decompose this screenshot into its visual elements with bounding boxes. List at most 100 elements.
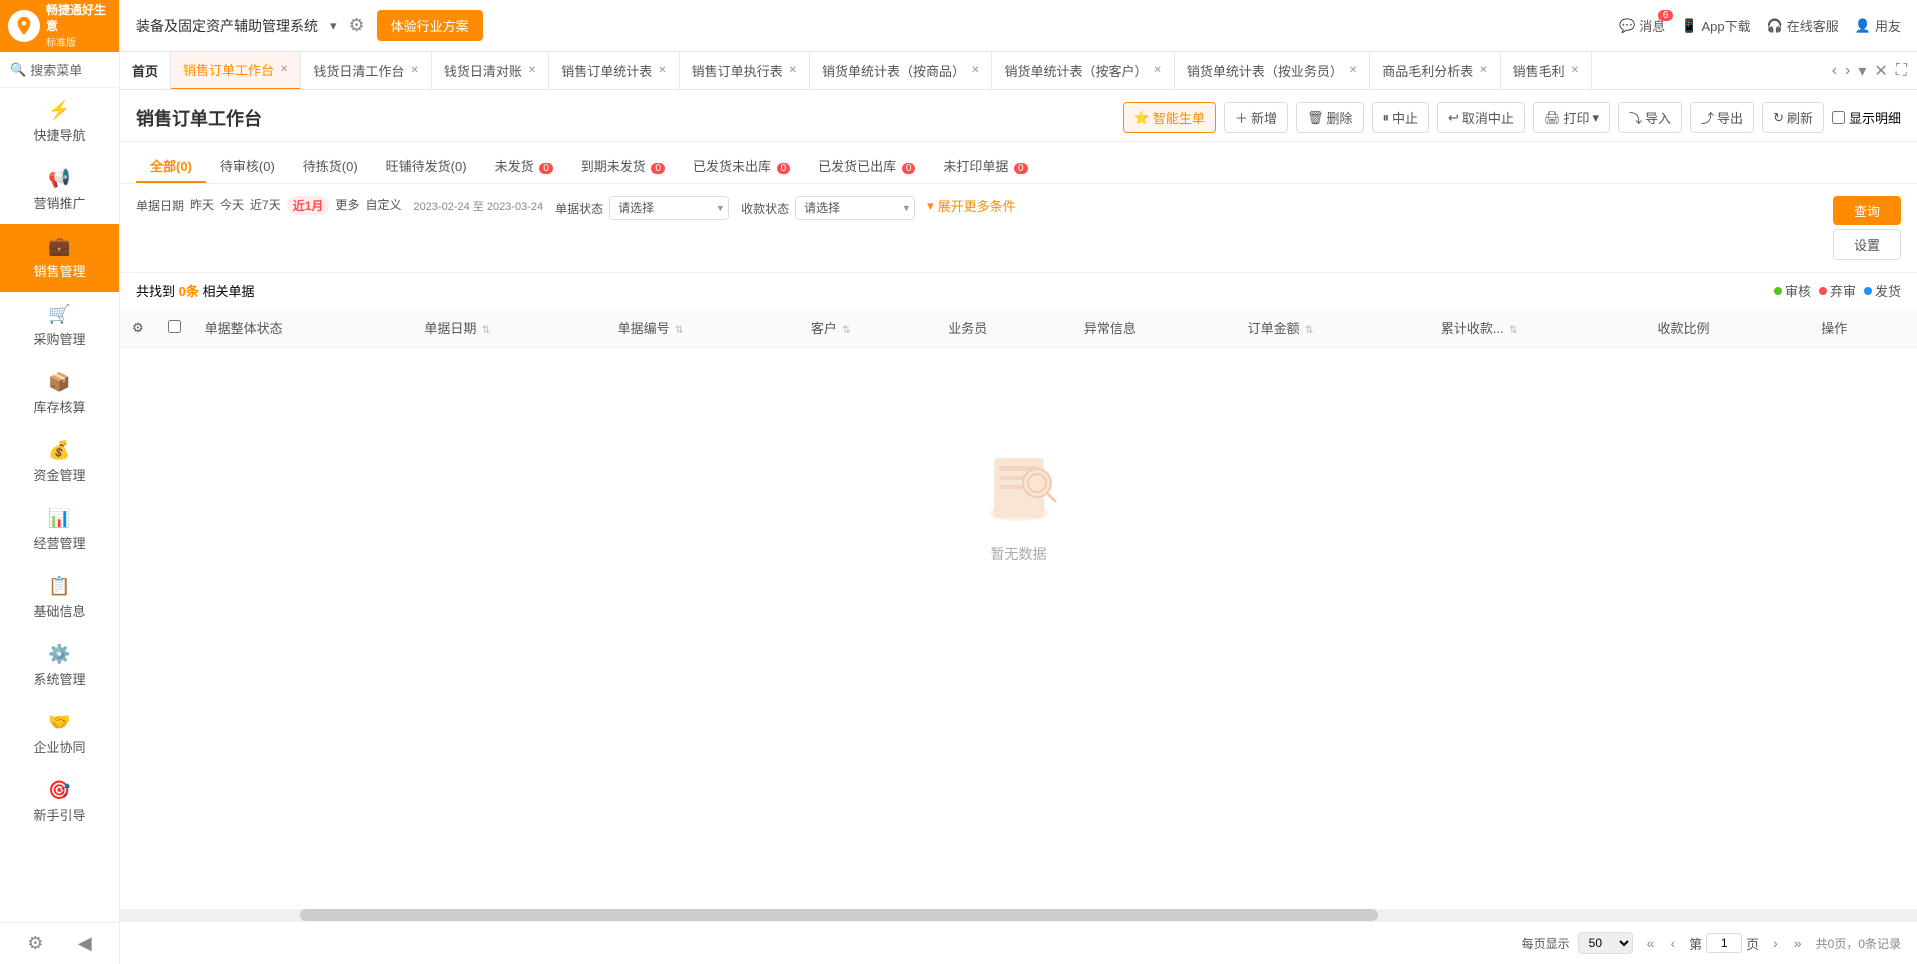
tab-sales-stats-staff[interactable]: 销货单统计表（按业务员） ✕	[1175, 52, 1370, 90]
pause-btn[interactable]: ⏸ 中止	[1372, 102, 1430, 133]
tab-close-icon[interactable]: ✕	[1479, 65, 1487, 76]
number-col-header[interactable]: 单据编号 ⇅	[606, 308, 799, 348]
anti-review-action-btn[interactable]: 弃审	[1819, 281, 1856, 300]
online-service-btn[interactable]: 🎧 在线客服	[1767, 16, 1839, 35]
tab-close-icon[interactable]: ✕	[1571, 65, 1579, 76]
overdue-not-shipped-badge: 0	[651, 163, 665, 174]
sidebar-item-purchase[interactable]: 🛒 采购管理	[0, 292, 119, 360]
page-first-icon[interactable]: «	[1641, 933, 1661, 953]
sidebar-item-quick-nav[interactable]: ⚡ 快捷导航	[0, 88, 119, 156]
date-opt-today[interactable]: 今天	[220, 196, 244, 215]
tab-sales-gross[interactable]: 销售毛利 ✕	[1501, 52, 1592, 90]
page-prev-icon[interactable]: ‹	[1664, 933, 1681, 953]
import-btn[interactable]: ⤵ 导入	[1618, 102, 1682, 133]
tab-close-icon[interactable]: ✕	[658, 65, 666, 76]
smart-generate-btn[interactable]: ⭐ 智能生单	[1123, 102, 1216, 133]
show-detail-checkbox[interactable]	[1832, 111, 1845, 124]
sub-tab-not-shipped[interactable]: 未发货 0	[481, 150, 567, 183]
date-col-header[interactable]: 单据日期 ⇅	[412, 308, 605, 348]
tab-close-icon[interactable]: ✕	[971, 65, 979, 76]
tab-expand-icon[interactable]: ⛶	[1894, 62, 1909, 80]
date-opt-more[interactable]: 更多	[335, 196, 359, 215]
date-opt-1month[interactable]: 近1月	[287, 196, 330, 215]
page-number-input[interactable]	[1706, 933, 1742, 953]
tab-product-margin[interactable]: 商品毛利分析表 ✕	[1370, 52, 1500, 90]
tab-close-icon[interactable]: ✕	[528, 65, 536, 76]
ship-action-btn[interactable]: 发货	[1864, 281, 1901, 300]
sub-tab-not-printed[interactable]: 未打印单据 0	[929, 150, 1041, 183]
sidebar-item-guide[interactable]: 🎯 新手引导	[0, 768, 119, 836]
sidebar-item-sales[interactable]: 💼 销售管理	[0, 224, 119, 292]
customer-col-header[interactable]: 客户 ⇅	[799, 308, 936, 348]
tab-scroll-left-icon[interactable]: ‹	[1830, 62, 1839, 80]
sidebar-item-inventory[interactable]: 📦 库存核算	[0, 360, 119, 428]
tab-sales-order-execute[interactable]: 销售订单执行表 ✕	[680, 52, 810, 90]
scroll-thumb[interactable]	[300, 909, 1378, 921]
tab-cash-goods-reconcile[interactable]: 钱货日清对账 ✕	[432, 52, 549, 90]
tab-close-icon[interactable]: ✕	[280, 64, 288, 75]
expand-btn[interactable]: ▾ 展开更多条件	[927, 196, 1016, 215]
sidebar-item-business[interactable]: 📊 经营管理	[0, 496, 119, 564]
sub-tab-pending-review[interactable]: 待审核(0)	[206, 150, 289, 183]
tab-home[interactable]: 首页	[120, 52, 171, 90]
payment-select[interactable]: 请选择	[795, 196, 915, 220]
tab-close-all-icon[interactable]: ✕	[1872, 61, 1889, 81]
app-download-btn[interactable]: 📱 App下载	[1681, 16, 1750, 35]
page-next-icon[interactable]: ›	[1767, 933, 1784, 953]
topbar-settings-icon[interactable]: ⚙	[349, 15, 365, 36]
tab-sales-order-workbench[interactable]: 销售订单工作台 ✕	[171, 52, 301, 90]
sidebar-item-marketing[interactable]: 📢 营销推广	[0, 156, 119, 224]
sub-tab-pending-inspect[interactable]: 待拣货(0)	[289, 150, 372, 183]
tab-scroll-right-icon[interactable]: ›	[1843, 62, 1852, 80]
sidebar-search[interactable]: 🔍 搜索菜单	[0, 52, 119, 88]
tab-sales-stats-customer[interactable]: 销货单统计表（按客户） ✕	[992, 52, 1174, 90]
date-opt-yesterday[interactable]: 昨天	[190, 196, 214, 215]
tab-sales-stats-product[interactable]: 销货单统计表（按商品） ✕	[810, 52, 992, 90]
tab-close-icon[interactable]: ✕	[410, 65, 418, 76]
tab-close-icon[interactable]: ✕	[1153, 65, 1161, 76]
date-opt-custom[interactable]: 自定义	[365, 196, 401, 215]
sub-tab-wangpu-pending[interactable]: 旺铺待发货(0)	[372, 150, 481, 183]
page-size-select[interactable]: 20 50 100	[1578, 932, 1633, 954]
collapse-icon[interactable]: ◀	[78, 933, 92, 954]
date-opt-7days[interactable]: 近7天	[250, 196, 281, 215]
print-btn[interactable]: 🖨 打印 ▾	[1533, 102, 1610, 133]
query-btn[interactable]: 查询	[1833, 196, 1901, 225]
column-settings-icon[interactable]: ⚙	[132, 320, 144, 335]
user-avatar-btn[interactable]: 👤 用友	[1855, 16, 1901, 35]
delete-btn[interactable]: 🗑 删除	[1296, 102, 1364, 133]
add-btn[interactable]: ＋ 新增	[1224, 102, 1288, 133]
topbar-dropdown[interactable]: ▾	[330, 18, 337, 34]
sub-tab-shipped-out[interactable]: 已发货已出库 0	[804, 150, 929, 183]
tab-close-icon[interactable]: ✕	[789, 65, 797, 76]
settings-icon[interactable]: ⚙	[27, 933, 43, 954]
sub-tab-all[interactable]: 全部(0)	[136, 150, 206, 183]
status-select[interactable]: 请选择	[609, 196, 729, 220]
sidebar-logo-name: 畅捷通好生意	[46, 3, 111, 34]
refresh-btn[interactable]: ↻ 刷新	[1762, 102, 1824, 133]
horizontal-scrollbar[interactable]	[120, 909, 1917, 921]
amount-col-header[interactable]: 订单金额 ⇅	[1236, 308, 1429, 348]
tab-more-icon[interactable]: ▾	[1856, 61, 1868, 81]
received-col-header[interactable]: 累计收款... ⇅	[1429, 308, 1646, 348]
tab-cash-daily-clear[interactable]: 钱货日清工作台 ✕	[301, 52, 431, 90]
export-btn[interactable]: ⤴ 导出	[1690, 102, 1754, 133]
page-last-icon[interactable]: »	[1788, 933, 1808, 953]
message-btn[interactable]: 💬 消息 6	[1619, 16, 1665, 35]
sub-tab-shipped-not-out[interactable]: 已发货未出库 0	[679, 150, 804, 183]
show-detail-checkbox-wrap[interactable]: 显示明细	[1832, 108, 1901, 127]
cancel-pause-btn[interactable]: ↩ 取消中止	[1437, 102, 1525, 133]
sidebar-item-system[interactable]: ⚙️ 系统管理	[0, 632, 119, 700]
filter-settings-btn[interactable]: 设置	[1833, 229, 1901, 260]
select-all-checkbox[interactable]	[168, 320, 181, 333]
staff-col-header[interactable]: 业务员	[936, 308, 1072, 348]
sub-tab-overdue-not-shipped[interactable]: 到期未发货 0	[567, 150, 679, 183]
sidebar-item-finance[interactable]: 💰 资金管理	[0, 428, 119, 496]
review-action-btn[interactable]: 审核	[1774, 281, 1811, 300]
sidebar-item-basic[interactable]: 📋 基础信息	[0, 564, 119, 632]
sidebar-item-enterprise[interactable]: 🤝 企业协同	[0, 700, 119, 768]
status-col-header[interactable]: 单据整体状态	[193, 308, 413, 348]
solution-btn[interactable]: 体验行业方案	[377, 10, 483, 41]
tab-sales-order-stats[interactable]: 销售订单统计表 ✕	[549, 52, 679, 90]
tab-close-icon[interactable]: ✕	[1349, 65, 1357, 76]
